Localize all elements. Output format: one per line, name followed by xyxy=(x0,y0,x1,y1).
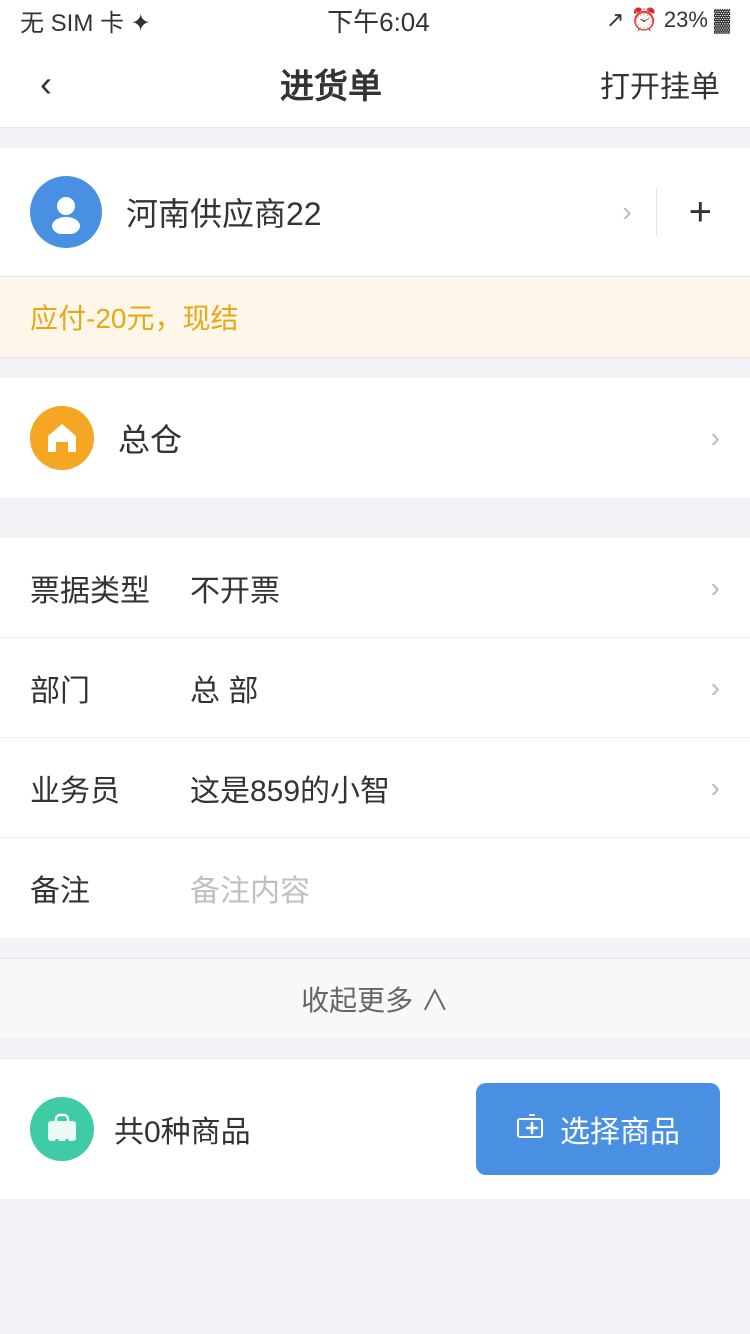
battery-text: 23% xyxy=(664,7,708,33)
warehouse-icon xyxy=(30,406,94,470)
divider-1 xyxy=(0,358,750,378)
collapse-button[interactable]: 收起更多 ∧ xyxy=(0,958,750,1038)
page-container: 无 SIM 卡 ✦ 下午6:04 ↗ ⏰ 23% ▓ ‹ 进货单 打开挂单 河南… xyxy=(0,0,750,1334)
back-icon: ‹ xyxy=(40,63,52,104)
top-divider xyxy=(0,128,750,148)
back-button[interactable]: ‹ xyxy=(30,53,62,115)
supplier-chevron-icon: › xyxy=(622,196,631,228)
remark-input[interactable]: 备注内容 xyxy=(170,866,720,910)
status-bar: 无 SIM 卡 ✦ 下午6:04 ↗ ⏰ 23% ▓ xyxy=(0,0,750,40)
page-title: 进货单 xyxy=(280,59,382,108)
salesperson-chevron-icon: › xyxy=(711,772,720,804)
salesperson-label: 业务员 xyxy=(30,766,170,810)
department-chevron-icon: › xyxy=(711,672,720,704)
bottom-bar: 共0种商品 选择商品 xyxy=(0,1058,750,1199)
alarm-icon: ⏰ xyxy=(630,7,657,33)
supplier-divider xyxy=(656,188,657,236)
remark-row[interactable]: 备注 备注内容 xyxy=(0,838,750,938)
ticket-type-label: 票据类型 xyxy=(30,566,170,610)
warehouse-chevron-icon: › xyxy=(711,422,720,454)
add-supplier-button[interactable]: + xyxy=(681,190,720,235)
department-value: 总 部 xyxy=(170,666,711,710)
notice-banner: 应付-20元，现结 xyxy=(0,277,750,358)
product-count: 共0种商品 xyxy=(114,1107,476,1151)
add-product-icon xyxy=(516,1113,548,1145)
product-icon xyxy=(30,1097,94,1161)
supplier-row[interactable]: 河南供应商22 › + xyxy=(0,148,750,277)
warehouse-row[interactable]: 总仓 › xyxy=(0,378,750,498)
form-section: 票据类型 不开票 › 部门 总 部 › 业务员 这是859的小智 › 备注 备注… xyxy=(0,538,750,938)
open-pending-button[interactable]: 打开挂单 xyxy=(600,62,720,106)
salesperson-value: 这是859的小智 xyxy=(170,766,711,810)
sim-text: 无 SIM 卡 ✦ xyxy=(20,3,151,38)
nav-bar: ‹ 进货单 打开挂单 xyxy=(0,40,750,128)
salesperson-row[interactable]: 业务员 这是859的小智 › xyxy=(0,738,750,838)
ticket-type-row[interactable]: 票据类型 不开票 › xyxy=(0,538,750,638)
location-icon: ↗ xyxy=(606,7,624,33)
supplier-name: 河南供应商22 xyxy=(126,189,622,235)
ticket-type-value: 不开票 xyxy=(170,566,711,610)
home-icon xyxy=(44,420,80,456)
warehouse-section: 总仓 › xyxy=(0,378,750,498)
cart-icon xyxy=(44,1111,80,1147)
department-row[interactable]: 部门 总 部 › xyxy=(0,638,750,738)
warehouse-name: 总仓 xyxy=(118,415,711,461)
battery-icon: ▓ xyxy=(714,7,730,33)
divider-2 xyxy=(0,498,750,518)
collapse-label: 收起更多 ∧ xyxy=(301,979,449,1019)
status-right: ↗ ⏰ 23% ▓ xyxy=(606,7,730,33)
status-time: 下午6:04 xyxy=(327,2,430,39)
department-label: 部门 xyxy=(30,666,170,710)
notice-text: 应付-20元，现结 xyxy=(30,303,238,334)
select-product-label: 选择商品 xyxy=(560,1107,680,1151)
ticket-type-chevron-icon: › xyxy=(711,572,720,604)
select-product-button[interactable]: 选择商品 xyxy=(476,1083,720,1175)
status-left: 无 SIM 卡 ✦ xyxy=(20,3,151,38)
remark-label: 备注 xyxy=(30,866,170,910)
user-icon xyxy=(44,190,88,234)
supplier-avatar xyxy=(30,176,102,248)
supplier-section: 河南供应商22 › + 应付-20元，现结 xyxy=(0,148,750,358)
